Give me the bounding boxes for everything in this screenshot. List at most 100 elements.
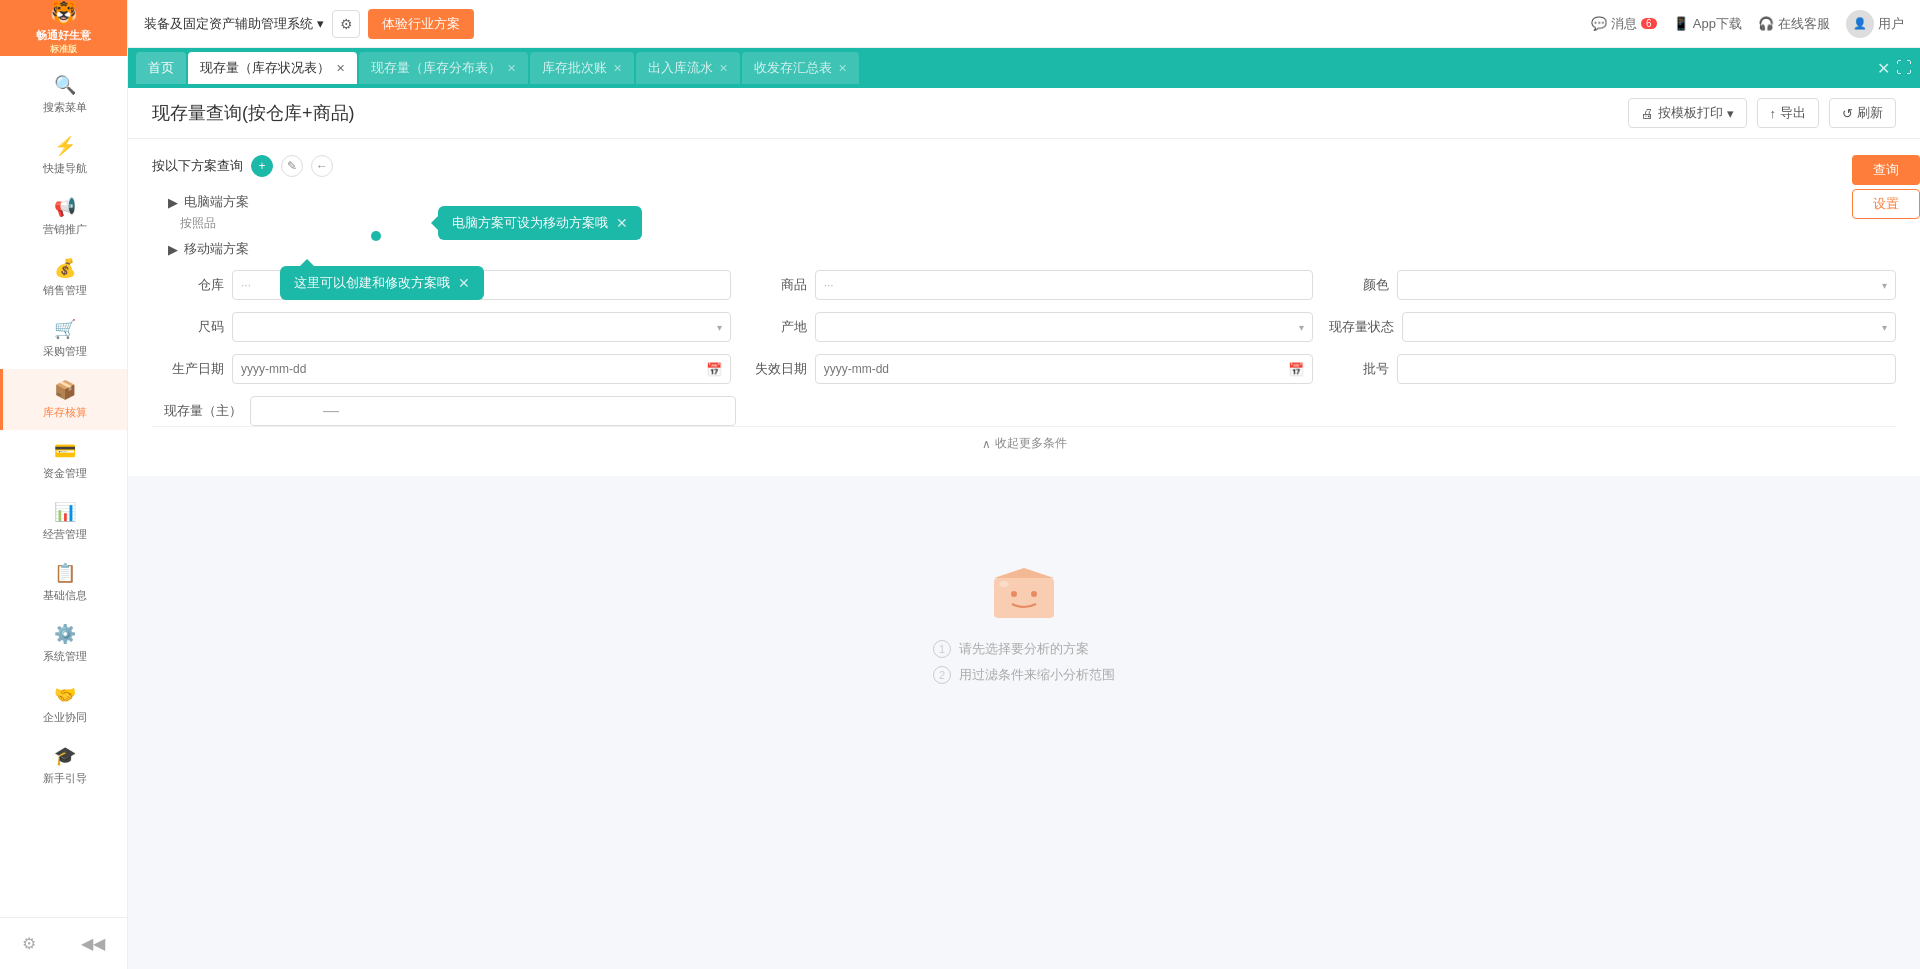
produce-date-calendar-icon[interactable]: 📅 — [706, 362, 722, 377]
sidebar: 🐯 畅通好生意 标准版 🔍 搜索菜单 ⚡ 快捷导航 📢 营销推广 💰 销售管理 … — [0, 0, 128, 969]
scheme-mobile-label: 移动端方案 — [184, 240, 249, 258]
app-download-label: App下载 — [1693, 15, 1742, 33]
color-select[interactable]: ▾ — [1397, 270, 1896, 300]
sidebar-item-inventory[interactable]: 📦 库存核算 — [0, 369, 127, 430]
sidebar-item-system[interactable]: ⚙️ 系统管理 — [0, 613, 127, 674]
tab-inout-flow-close[interactable]: ✕ — [719, 62, 728, 75]
sidebar-item-operation[interactable]: 📊 经营管理 — [0, 491, 127, 552]
svg-point-5 — [999, 581, 1009, 587]
sidebar-item-enterprise[interactable]: 🤝 企业协同 — [0, 674, 127, 735]
online-support-item[interactable]: 🎧 在线客服 — [1758, 15, 1830, 33]
enterprise-icon: 🤝 — [54, 684, 76, 706]
sidebar-item-guide[interactable]: 🎓 新手引导 — [0, 735, 127, 796]
close-all-tabs-icon[interactable]: ✕ — [1877, 59, 1890, 78]
tab-inventory-status[interactable]: 现存量（库存状况表） ✕ — [188, 52, 357, 84]
sidebar-label-guide: 新手引导 — [43, 771, 87, 786]
collapse-bar[interactable]: ∧ 收起更多条件 — [152, 426, 1896, 460]
warehouse-label: 仓库 — [164, 276, 224, 294]
stock-status-select[interactable]: ▾ — [1402, 312, 1896, 342]
sidebar-item-quicknav[interactable]: ⚡ 快捷导航 — [0, 125, 127, 186]
filter-field-stock-status: 现存量状态 ▾ — [1329, 312, 1896, 342]
tab-home[interactable]: 首页 — [136, 52, 186, 84]
scheme-item-mobile[interactable]: ▶ 移动端方案 — [160, 236, 1896, 262]
expire-date-input[interactable]: 📅 — [815, 354, 1314, 384]
origin-label: 产地 — [747, 318, 807, 336]
create-tooltip-close[interactable]: ✕ — [458, 275, 470, 291]
topbar-gear-btn[interactable]: ⚙ — [332, 10, 360, 38]
tab-batch-ledger[interactable]: 库存批次账 ✕ — [530, 52, 634, 84]
tab-inout-flow[interactable]: 出入库流水 ✕ — [636, 52, 740, 84]
sidebar-label-system: 系统管理 — [43, 649, 87, 664]
industry-solution-button[interactable]: 体验行业方案 — [368, 9, 474, 39]
produce-date-field[interactable] — [241, 362, 702, 376]
user-item[interactable]: 👤 用户 — [1846, 10, 1904, 38]
collapse-sidebar-icon[interactable]: ◀◀ — [77, 930, 109, 957]
filter-field-size: 尺码 ▾ — [164, 312, 731, 342]
tip-num-1: 1 — [933, 640, 951, 658]
stock-main-min[interactable] — [259, 404, 319, 418]
search-button[interactable]: 查询 — [1852, 155, 1920, 185]
size-select[interactable]: ▾ — [232, 312, 731, 342]
back-scheme-button[interactable]: ← — [311, 155, 333, 177]
scheme-item-desktop[interactable]: ▶ 电脑端方案 — [160, 189, 1896, 215]
app-download-item[interactable]: 📱 App下载 — [1673, 15, 1742, 33]
edit-scheme-button[interactable]: ✎ — [281, 155, 303, 177]
dot-indicator — [371, 231, 381, 241]
guide-icon: 🎓 — [54, 745, 76, 767]
refresh-button[interactable]: ↺ 刷新 — [1829, 98, 1896, 128]
message-label: 消息 — [1611, 15, 1637, 33]
user-label: 用户 — [1878, 15, 1904, 33]
scheme-subitem[interactable]: 按照品 — [160, 215, 1896, 236]
tab-inventory-dist[interactable]: 现存量（库存分布表） ✕ — [359, 52, 528, 84]
stock-status-label: 现存量状态 — [1329, 318, 1394, 336]
svg-point-4 — [1031, 591, 1037, 597]
origin-select[interactable]: ▾ — [815, 312, 1314, 342]
basic-icon: 📋 — [54, 562, 76, 584]
add-scheme-button[interactable]: + — [251, 155, 273, 177]
phone-icon: 📱 — [1673, 16, 1689, 31]
tab-batch-ledger-close[interactable]: ✕ — [613, 62, 622, 75]
goods-select[interactable]: ··· — [815, 270, 1314, 300]
sidebar-item-sales[interactable]: 💰 销售管理 — [0, 247, 127, 308]
size-label: 尺码 — [164, 318, 224, 336]
tabbar-actions: ✕ ⛶ — [1877, 59, 1912, 78]
tab-receive-summary-close[interactable]: ✕ — [838, 62, 847, 75]
color-label: 颜色 — [1329, 276, 1389, 294]
scheme-tooltip: 电脑方案可设为移动方案哦 ✕ — [438, 206, 642, 240]
filter-row-4: 现存量（主） — — [164, 396, 1896, 426]
settings-bottom-icon[interactable]: ⚙ — [18, 930, 40, 957]
sidebar-item-search[interactable]: 🔍 搜索菜单 — [0, 64, 127, 125]
sidebar-nav: 🔍 搜索菜单 ⚡ 快捷导航 📢 营销推广 💰 销售管理 🛒 采购管理 📦 库存核… — [0, 56, 127, 917]
sidebar-item-basic[interactable]: 📋 基础信息 — [0, 552, 127, 613]
expire-date-field[interactable] — [824, 362, 1285, 376]
tab-receive-summary[interactable]: 收发存汇总表 ✕ — [742, 52, 859, 84]
sidebar-label-inventory: 库存核算 — [43, 405, 87, 420]
system-icon: ⚙️ — [54, 623, 76, 645]
export-button[interactable]: ↑ 导出 — [1757, 98, 1820, 128]
page-actions: 🖨 按模板打印 ▾ ↑ 导出 ↺ 刷新 — [1628, 98, 1897, 128]
print-button[interactable]: 🖨 按模板打印 ▾ — [1628, 98, 1747, 128]
tab-inventory-dist-close[interactable]: ✕ — [507, 62, 516, 75]
settings-button[interactable]: 设置 — [1852, 189, 1920, 219]
sidebar-item-purchase[interactable]: 🛒 采购管理 — [0, 308, 127, 369]
content-area: 现存量查询(按仓库+商品) 🖨 按模板打印 ▾ ↑ 导出 ↺ 刷新 — [128, 88, 1920, 969]
sidebar-item-finance[interactable]: 💳 资金管理 — [0, 430, 127, 491]
tip-1-text: 请先选择要分析的方案 — [959, 640, 1089, 658]
fullscreen-icon[interactable]: ⛶ — [1896, 59, 1912, 77]
message-item[interactable]: 💬 消息 6 — [1591, 15, 1657, 33]
scheme-tooltip-close[interactable]: ✕ — [616, 215, 628, 231]
quicknav-icon: ⚡ — [54, 135, 76, 157]
dropdown-arrow-icon: ▾ — [317, 16, 324, 31]
tip-num-2: 2 — [933, 666, 951, 684]
filter-header: 按以下方案查询 + ✎ ← — [152, 155, 1896, 177]
produce-date-input[interactable]: 📅 — [232, 354, 731, 384]
expire-date-calendar-icon[interactable]: 📅 — [1288, 362, 1304, 377]
topbar-right: 💬 消息 6 📱 App下载 🎧 在线客服 👤 用户 — [1591, 10, 1904, 38]
tab-inventory-status-close[interactable]: ✕ — [336, 62, 345, 75]
batch-input[interactable] — [1397, 354, 1896, 384]
system-title-dropdown[interactable]: 装备及固定资产辅助管理系统 ▾ — [144, 15, 324, 33]
tab-receive-summary-label: 收发存汇总表 — [754, 59, 832, 77]
operation-icon: 📊 — [54, 501, 76, 523]
stock-main-max[interactable] — [343, 404, 403, 418]
sidebar-item-marketing[interactable]: 📢 营销推广 — [0, 186, 127, 247]
